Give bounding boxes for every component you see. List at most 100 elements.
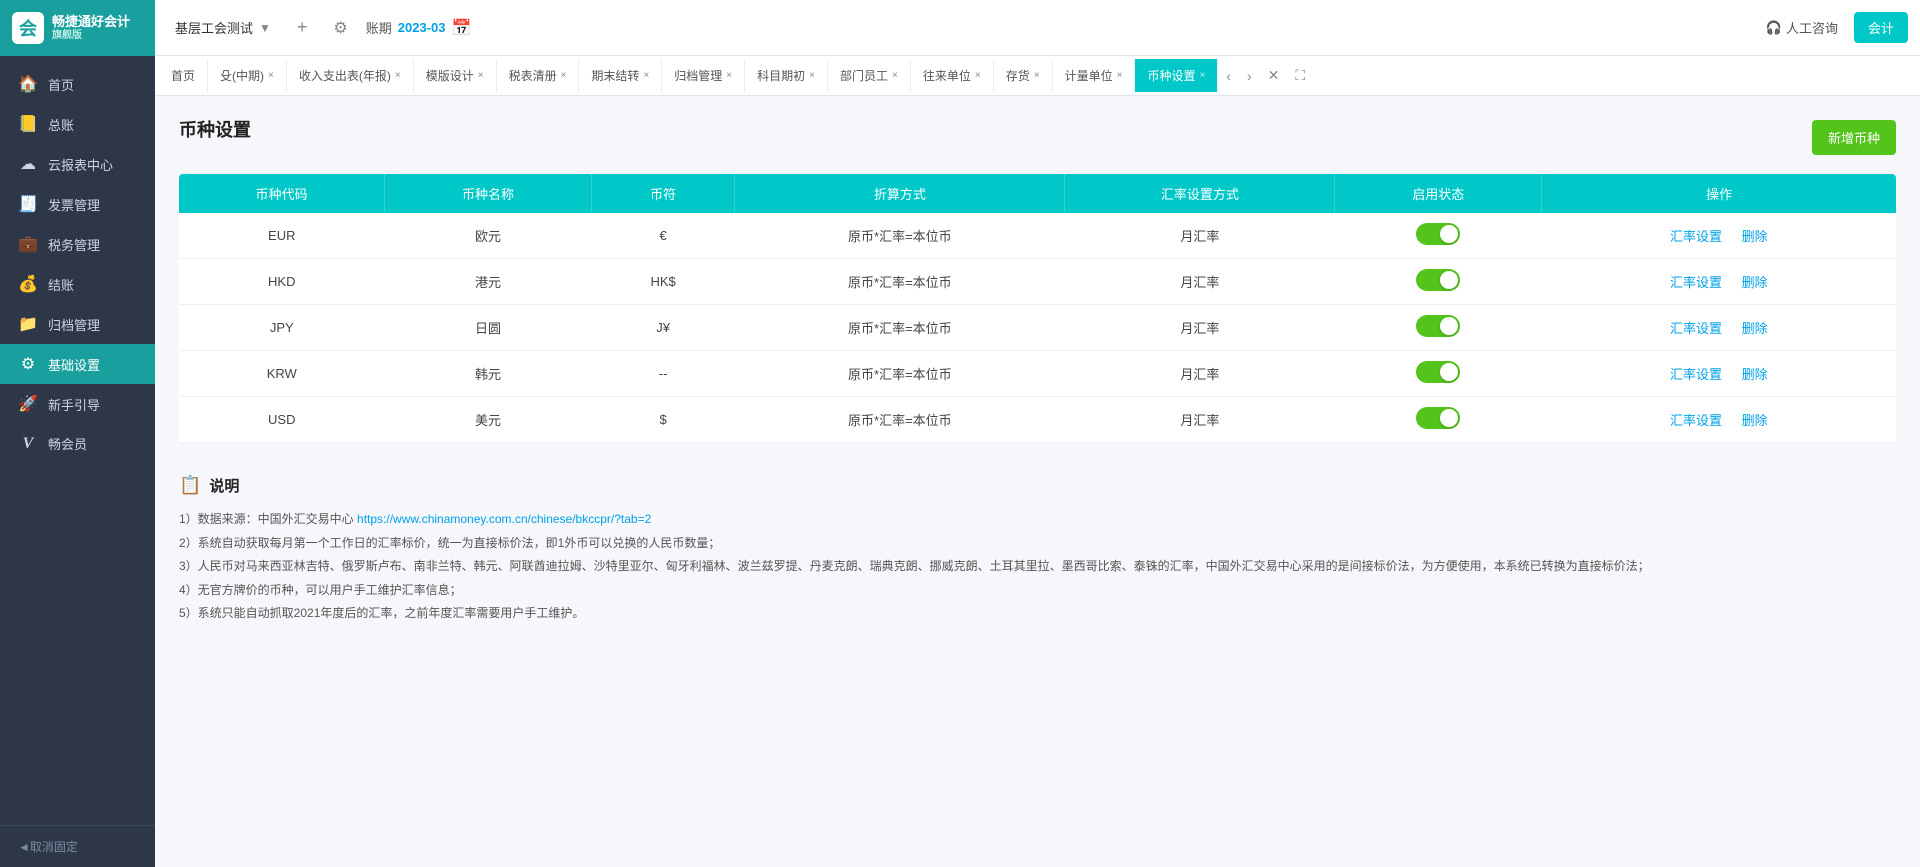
tab-close-icon[interactable]: × — [975, 70, 981, 81]
workspace-selector[interactable]: 基层工会测试 ▼ — [167, 14, 279, 41]
tab-prev-button[interactable]: ‹ — [1218, 64, 1239, 88]
unpin-sidebar-button[interactable]: ◄取消固定 — [0, 825, 155, 867]
rate-setting-link[interactable]: 汇率设置 — [1670, 229, 1722, 244]
tab-contacts[interactable]: 往来单位 × — [911, 59, 994, 92]
delete-link[interactable]: 删除 — [1742, 413, 1768, 428]
tab-template[interactable]: 模版设计 × — [414, 59, 497, 92]
sidebar-item-label: 新手引导 — [48, 395, 100, 414]
tab-units[interactable]: 计量单位 × — [1053, 59, 1136, 92]
delete-link[interactable]: 删除 — [1742, 367, 1768, 382]
sidebar-item-label: 发票管理 — [48, 195, 100, 214]
status-toggle[interactable] — [1416, 315, 1460, 337]
settings-icon: ⚙ — [18, 354, 38, 374]
tab-archive[interactable]: 归档管理 × — [662, 59, 745, 92]
tab-close-icon[interactable]: × — [1199, 70, 1205, 81]
rate-setting-link[interactable]: 汇率设置 — [1670, 367, 1722, 382]
tab-close-icon[interactable]: × — [561, 70, 567, 81]
delete-link[interactable]: 删除 — [1742, 321, 1768, 336]
cell-name: 韩元 — [385, 351, 592, 397]
tab-label: 存货 — [1006, 67, 1030, 84]
sidebar-item-guide[interactable]: 🚀 新手引导 — [0, 384, 155, 424]
cell-calc: 原币*汇率=本位币 — [735, 305, 1065, 351]
notes-section: 📋 说明 1）数据来源：中国外汇交易中心 https://www.chinamo… — [179, 475, 1896, 626]
tab-label: 模版设计 — [426, 67, 474, 84]
tab-close-icon[interactable]: × — [1034, 70, 1040, 81]
cell-rate-type: 月汇率 — [1065, 213, 1335, 259]
sidebar-item-tax[interactable]: 💼 税务管理 — [0, 224, 155, 264]
new-currency-button[interactable]: 新增币种 — [1812, 120, 1896, 155]
currency-table: 币种代码 币种名称 币符 折算方式 汇率设置方式 启用状态 操作 EUR 欧元 … — [179, 174, 1896, 443]
workspace-name: 基层工会测试 — [175, 18, 253, 37]
status-toggle[interactable] — [1416, 223, 1460, 245]
cell-status — [1335, 213, 1542, 259]
col-header-name: 币种名称 — [385, 174, 592, 213]
sidebar-item-home[interactable]: 🏠 首页 — [0, 64, 155, 104]
notes-external-link[interactable]: https://www.chinamoney.com.cn/chinese/bk… — [357, 512, 651, 526]
tab-period[interactable]: 殳(中期) × — [208, 59, 287, 92]
delete-link[interactable]: 删除 — [1742, 229, 1768, 244]
col-header-actions: 操作 — [1542, 174, 1896, 213]
tab-period-end[interactable]: 期末结转 × — [579, 59, 662, 92]
status-toggle[interactable] — [1416, 269, 1460, 291]
calendar-icon[interactable]: 📅 — [452, 18, 472, 38]
tab-bar: 首页 殳(中期) × 收入支出表(年报) × 模版设计 × 税表清册 × 期末结… — [155, 56, 1920, 96]
tab-label: 币种设置 — [1147, 67, 1195, 84]
cell-name: 欧元 — [385, 213, 592, 259]
period-label: 账期 — [366, 18, 392, 37]
tab-currency[interactable]: 币种设置 × — [1135, 59, 1218, 92]
sidebar-item-member[interactable]: V 畅会员 — [0, 424, 155, 463]
status-toggle[interactable] — [1416, 361, 1460, 383]
tab-home[interactable]: 首页 — [159, 59, 208, 92]
user-button[interactable]: 会计 — [1854, 12, 1908, 43]
tab-label: 归档管理 — [674, 67, 722, 84]
tab-close-icon[interactable]: × — [268, 70, 274, 81]
sidebar-item-invoice[interactable]: 🧾 发票管理 — [0, 184, 155, 224]
table-row: JPY 日圆 J¥ 原币*汇率=本位币 月汇率 汇率设置 删除 — [179, 305, 1896, 351]
rate-setting-link[interactable]: 汇率设置 — [1670, 275, 1722, 290]
tab-label: 首页 — [171, 67, 195, 84]
expand-tab-button[interactable]: ⛶ — [1287, 63, 1313, 88]
rate-setting-link[interactable]: 汇率设置 — [1670, 321, 1722, 336]
tab-close-icon[interactable]: × — [809, 70, 815, 81]
sidebar-item-reports[interactable]: ☁ 云报表中心 — [0, 144, 155, 184]
archive-icon: 📁 — [18, 314, 38, 334]
note-item: 4）无官方牌价的币种，可以用户手工维护汇率信息； — [179, 579, 1896, 603]
tab-close-icon[interactable]: × — [478, 70, 484, 81]
toggle-thumb — [1440, 363, 1458, 381]
cell-name: 美元 — [385, 397, 592, 443]
tab-next-button[interactable]: › — [1239, 64, 1260, 88]
status-toggle[interactable] — [1416, 407, 1460, 429]
help-label: 人工咨询 — [1786, 18, 1838, 37]
rate-setting-link[interactable]: 汇率设置 — [1670, 413, 1722, 428]
tab-inventory[interactable]: 存货 × — [994, 59, 1053, 92]
tab-income[interactable]: 收入支出表(年报) × — [287, 59, 414, 92]
logo-text: 畅捷通好会计 旗舰版 — [52, 14, 130, 42]
tab-subjects[interactable]: 科目期初 × — [745, 59, 828, 92]
delete-link[interactable]: 删除 — [1742, 275, 1768, 290]
tab-close-icon[interactable]: × — [726, 70, 732, 81]
tab-dept[interactable]: 部门员工 × — [828, 59, 911, 92]
cell-symbol: HK$ — [591, 259, 735, 305]
guide-icon: 🚀 — [18, 394, 38, 414]
close-all-tabs-button[interactable]: ✕ — [1260, 63, 1288, 88]
toggle-track — [1416, 269, 1460, 291]
help-button[interactable]: 🎧 人工咨询 — [1758, 14, 1846, 41]
tab-close-icon[interactable]: × — [643, 70, 649, 81]
sidebar-item-checkout[interactable]: 💰 结账 — [0, 264, 155, 304]
tab-close-icon[interactable]: × — [892, 70, 898, 81]
settings-button[interactable]: ⚙ — [325, 14, 355, 42]
add-workspace-button[interactable]: + — [289, 13, 316, 42]
toggle-track — [1416, 361, 1460, 383]
toggle-thumb — [1440, 317, 1458, 335]
tab-close-icon[interactable]: × — [1117, 70, 1123, 81]
sidebar-item-ledger[interactable]: 📒 总账 — [0, 104, 155, 144]
period-value: 2023-03 — [398, 20, 446, 35]
sidebar-item-basic-settings[interactable]: ⚙ 基础设置 — [0, 344, 155, 384]
tab-close-icon[interactable]: × — [395, 70, 401, 81]
sidebar-item-archive[interactable]: 📁 归档管理 — [0, 304, 155, 344]
tab-tax[interactable]: 税表清册 × — [497, 59, 580, 92]
cell-symbol: -- — [591, 351, 735, 397]
sidebar-item-label: 畅会员 — [48, 434, 87, 453]
content-wrapper: 币种设置 新增币种 币种代码 币种名称 币符 折算方式 汇率设置方式 启用状态 … — [179, 116, 1896, 626]
new-currency-label: 新增币种 — [1828, 131, 1880, 146]
